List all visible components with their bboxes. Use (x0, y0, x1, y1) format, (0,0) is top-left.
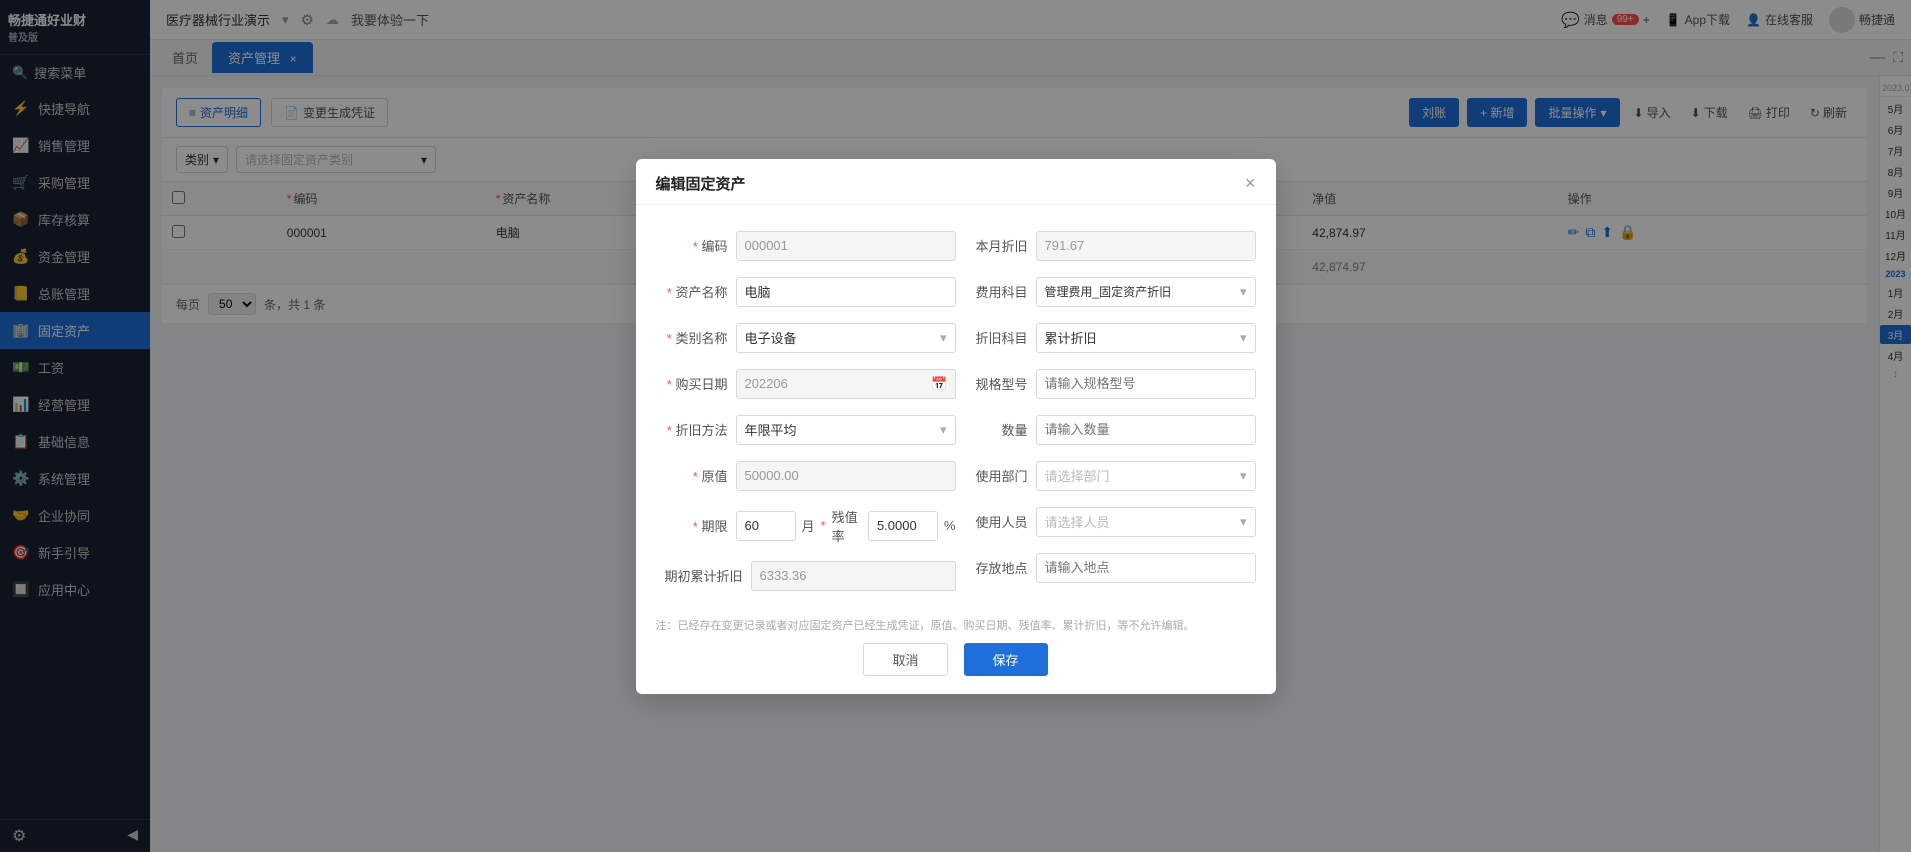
quantity-input[interactable] (1036, 415, 1256, 445)
form-row-asset-name: * 资产名称 (656, 269, 956, 315)
edit-asset-modal: 编辑固定资产 × * 编码 (636, 159, 1276, 694)
form-row-original-value: * 原值 (656, 453, 956, 499)
purchase-date-input-wrap: 📅 (736, 369, 956, 399)
residual-rate-input[interactable] (868, 511, 938, 541)
dep-account-chevron-icon: ▾ (1240, 330, 1247, 346)
code-input-wrap (736, 231, 956, 261)
residual-rate-star: * (821, 518, 826, 533)
this-month-dep-input-wrap (1036, 231, 1256, 261)
opening-accum-dep-input-wrap (751, 561, 956, 591)
asset-name-label: * 资产名称 (656, 282, 736, 301)
location-input[interactable] (1036, 553, 1256, 583)
modal-note: 注：已经存在变更记录或者对应固定资产已经生成凭证，原值、购买日期、残值率、累计折… (636, 609, 1276, 633)
form-row-quantity: 数量 (956, 407, 1256, 453)
quantity-label: 数量 (956, 420, 1036, 439)
person-select[interactable]: 请选择人员 ▾ (1036, 507, 1256, 537)
dept-placeholder: 请选择部门 (1045, 466, 1110, 485)
opening-accum-dep-label: 期初累计折旧 (656, 566, 751, 585)
modal-overlay: 编辑固定资产 × * 编码 (0, 0, 1911, 852)
person-label: 使用人员 (956, 512, 1036, 531)
code-label: * 编码 (656, 236, 736, 255)
modal-close-btn[interactable]: × (1245, 174, 1256, 192)
spec-label: 规格型号 (956, 374, 1036, 393)
person-chevron-icon: ▾ (1240, 514, 1247, 530)
expense-account-select[interactable]: 管理费用_固定资产折旧 ▾ (1036, 277, 1256, 307)
original-value-input-wrap (736, 461, 956, 491)
person-placeholder: 请选择人员 (1045, 512, 1110, 531)
form-row-dep-account: 折旧科目 累计折旧 ▾ (956, 315, 1256, 361)
this-month-dep-label: 本月折旧 (956, 236, 1036, 255)
purchase-date-label: * 购买日期 (656, 374, 736, 393)
dept-select[interactable]: 请选择部门 ▾ (1036, 461, 1256, 491)
form-row-location: 存放地点 (956, 545, 1256, 591)
asset-name-input[interactable] (736, 277, 956, 307)
dep-account-select[interactable]: 累计折旧 ▾ (1036, 323, 1256, 353)
modal-note-text: 注：已经存在变更记录或者对应固定资产已经生成凭证，原值、购买日期、残值率、累计折… (656, 620, 1195, 632)
dept-chevron-icon: ▾ (1240, 468, 1247, 484)
quantity-input-wrap (1036, 415, 1256, 445)
period-label: * 期限 (656, 516, 736, 535)
form-row-category: * 类别名称 电子设备 ▾ (656, 315, 956, 361)
spec-input[interactable] (1036, 369, 1256, 399)
residual-rate-unit: % (944, 518, 956, 533)
form-row-spec: 规格型号 (956, 361, 1256, 407)
dep-method-label: * 折旧方法 (656, 420, 736, 439)
purchase-date-input[interactable] (736, 369, 956, 399)
modal-title: 编辑固定资产 (656, 173, 746, 194)
dep-method-chevron-icon: ▾ (940, 422, 947, 438)
spec-input-wrap (1036, 369, 1256, 399)
dep-method-select[interactable]: 年限平均 ▾ (736, 415, 956, 445)
period-unit: 月 (802, 516, 815, 535)
period-residual-inline: 月 * 残值率 % (736, 507, 956, 545)
expense-account-label: 费用科目 (956, 282, 1036, 301)
asset-name-input-wrap (736, 277, 956, 307)
dept-label: 使用部门 (956, 466, 1036, 485)
location-input-wrap (1036, 553, 1256, 583)
expense-account-value: 管理费用_固定资产折旧 (1045, 283, 1172, 300)
form-row-opening-accum-dep: 期初累计折旧 (656, 553, 956, 599)
form-row-person: 使用人员 请选择人员 ▾ (956, 499, 1256, 545)
calendar-icon: 📅 (931, 376, 947, 392)
period-input[interactable] (736, 511, 796, 541)
form-left-col: * 编码 * 资产名称 (656, 223, 956, 599)
location-label: 存放地点 (956, 558, 1036, 577)
category-chevron-icon: ▾ (940, 330, 947, 346)
original-value-label: * 原值 (656, 466, 736, 485)
code-input[interactable] (736, 231, 956, 261)
this-month-dep-input[interactable] (1036, 231, 1256, 261)
modal-header: 编辑固定资产 × (636, 159, 1276, 205)
form-row-expense-account: 费用科目 管理费用_固定资产折旧 ▾ (956, 269, 1256, 315)
form-grid: * 编码 * 资产名称 (656, 223, 1256, 599)
form-row-this-month-dep: 本月折旧 (956, 223, 1256, 269)
category-select[interactable]: 电子设备 ▾ (736, 323, 956, 353)
modal-footer: 取消 保存 (636, 633, 1276, 694)
modal-body: * 编码 * 资产名称 (636, 205, 1276, 609)
original-value-input[interactable] (736, 461, 956, 491)
category-select-value: 电子设备 (745, 328, 797, 347)
form-row-period-residual: * 期限 月 * 残值率 % (656, 499, 956, 553)
form-right-col: 本月折旧 费用科目 管理费用_固定资产折旧 ▾ (956, 223, 1256, 599)
dep-method-value: 年限平均 (745, 420, 797, 439)
form-row-dept: 使用部门 请选择部门 ▾ (956, 453, 1256, 499)
dep-account-value: 累计折旧 (1045, 328, 1097, 347)
expense-account-chevron-icon: ▾ (1240, 284, 1247, 300)
category-name-label: * 类别名称 (656, 328, 736, 347)
save-button[interactable]: 保存 (964, 643, 1048, 676)
dep-account-label: 折旧科目 (956, 328, 1036, 347)
opening-accum-dep-input[interactable] (751, 561, 956, 591)
form-row-dep-method: * 折旧方法 年限平均 ▾ (656, 407, 956, 453)
form-row-code: * 编码 (656, 223, 956, 269)
form-row-purchase-date: * 购买日期 📅 (656, 361, 956, 407)
cancel-button[interactable]: 取消 (863, 643, 947, 676)
residual-rate-label: 残值率 (832, 507, 862, 545)
